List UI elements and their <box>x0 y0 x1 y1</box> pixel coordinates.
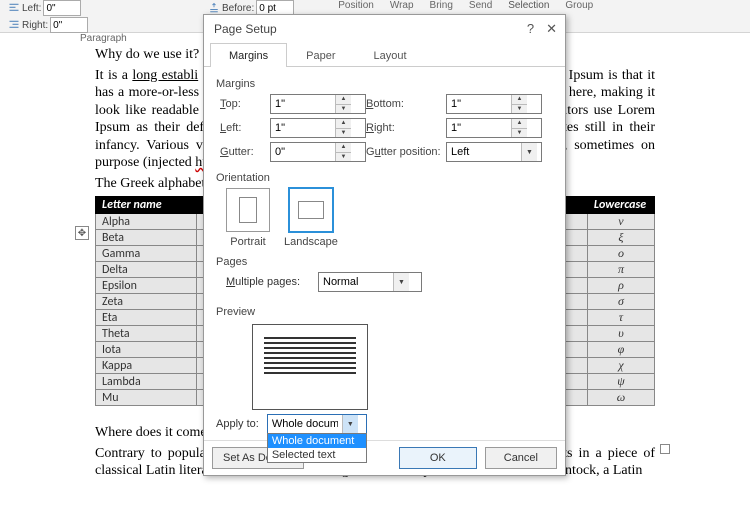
cell-name: Eta <box>96 310 197 326</box>
cell-symbol: τ <box>587 310 654 326</box>
cell-symbol: ξ <box>587 230 654 246</box>
gutter-input[interactable]: ▲▼ <box>270 142 366 162</box>
orientation-portrait[interactable]: Portrait <box>226 188 270 248</box>
apply-to-option-selected[interactable]: Selected text <box>268 448 366 462</box>
margin-top-input[interactable]: ▲▼ <box>270 94 366 114</box>
help-icon[interactable]: ? <box>527 21 534 37</box>
spin-up-icon[interactable]: ▲ <box>336 95 351 104</box>
close-icon[interactable]: ✕ <box>546 21 557 37</box>
apply-to-label: Apply to: <box>216 418 259 430</box>
cell-name: Iota <box>96 342 197 358</box>
gutter-position-select[interactable]: ▼ <box>446 142 542 162</box>
tab-paper[interactable]: Paper <box>287 43 354 67</box>
margin-right-label: Right: <box>366 122 446 134</box>
dialog-tabs: Margins Paper Layout <box>204 43 565 67</box>
indent-left-label: Left: <box>8 2 41 14</box>
indent-left-input[interactable] <box>43 0 81 16</box>
spin-down-icon[interactable]: ▼ <box>336 152 351 162</box>
chevron-down-icon[interactable]: ▼ <box>393 273 409 291</box>
dialog-titlebar: Page Setup ? ✕ <box>204 15 565 43</box>
cell-name: Lambda <box>96 374 197 390</box>
spin-down-icon[interactable]: ▼ <box>512 104 527 114</box>
chevron-down-icon[interactable]: ▼ <box>521 143 537 161</box>
th-letter-name: Letter name <box>96 197 197 214</box>
gutter-label: Gutter: <box>220 146 270 158</box>
cell-symbol: π <box>587 262 654 278</box>
ribbon-group[interactable]: Group <box>565 0 593 11</box>
tab-layout[interactable]: Layout <box>354 43 425 67</box>
preview-thumbnail <box>252 324 368 410</box>
cell-name: Gamma <box>96 246 197 262</box>
margin-bottom-label: Bottom: <box>366 98 446 110</box>
margin-left-label: Left: <box>220 122 270 134</box>
indent-right-input[interactable] <box>50 17 88 33</box>
ribbon-wrap[interactable]: Wrap <box>390 0 414 11</box>
cell-symbol: ν <box>587 214 654 230</box>
cell-symbol: ψ <box>587 374 654 390</box>
section-pages-label: Pages <box>216 256 553 268</box>
cell-symbol: ρ <box>587 278 654 294</box>
ok-button[interactable]: OK <box>399 447 477 469</box>
cell-name: Epsilon <box>96 278 197 294</box>
portrait-icon <box>239 197 257 223</box>
ribbon-selection[interactable]: Selection <box>508 0 549 11</box>
spin-down-icon[interactable]: ▼ <box>336 104 351 114</box>
apply-to-dropdown[interactable]: Whole document Selected text <box>267 433 367 463</box>
portrait-label: Portrait <box>230 236 265 248</box>
spin-up-icon[interactable]: ▲ <box>512 95 527 104</box>
cancel-button[interactable]: Cancel <box>485 447 557 469</box>
cell-name: Kappa <box>96 358 197 374</box>
cell-symbol: ο <box>587 246 654 262</box>
apply-to-option-whole[interactable]: Whole document <box>268 434 366 448</box>
th-lowercase: Lowercase <box>587 197 654 214</box>
ribbon-send[interactable]: Send <box>469 0 492 11</box>
section-margins-label: Margins <box>216 78 553 90</box>
section-orientation-label: Orientation <box>216 172 553 184</box>
margin-left-input[interactable]: ▲▼ <box>270 118 366 138</box>
gutter-position-label: Gutter position: <box>366 146 446 158</box>
spacing-before-label: Before: <box>208 2 254 14</box>
landscape-label: Landscape <box>284 236 338 248</box>
ribbon-bring[interactable]: Bring <box>430 0 453 11</box>
cell-symbol: υ <box>587 326 654 342</box>
margin-right-input[interactable]: ▲▼ <box>446 118 542 138</box>
cell-symbol: ω <box>587 390 654 406</box>
indent-right-label: Right: <box>8 19 48 31</box>
margin-top-label: Top: <box>220 98 270 110</box>
landscape-icon <box>298 201 324 219</box>
cell-name: Theta <box>96 326 197 342</box>
apply-to-select[interactable]: ▼ <box>267 414 367 434</box>
spin-up-icon[interactable]: ▲ <box>336 143 351 152</box>
ribbon-position[interactable]: Position <box>338 0 374 11</box>
cell-name: Zeta <box>96 294 197 310</box>
multiple-pages-label: Multiple pages: <box>226 276 300 288</box>
cell-name: Delta <box>96 262 197 278</box>
cell-symbol: σ <box>587 294 654 310</box>
spin-down-icon[interactable]: ▼ <box>336 128 351 138</box>
section-preview-label: Preview <box>216 306 553 318</box>
dialog-title: Page Setup <box>214 22 277 36</box>
tab-margins[interactable]: Margins <box>210 43 287 67</box>
cell-name: Alpha <box>96 214 197 230</box>
orientation-landscape[interactable]: Landscape <box>284 188 338 248</box>
cell-symbol: χ <box>587 358 654 374</box>
table-resize-handle-icon[interactable] <box>660 444 670 454</box>
spin-down-icon[interactable]: ▼ <box>512 128 527 138</box>
margin-bottom-input[interactable]: ▲▼ <box>446 94 542 114</box>
table-move-handle-icon[interactable]: ✥ <box>75 226 89 240</box>
page-setup-dialog: Page Setup ? ✕ Margins Paper Layout Marg… <box>203 14 566 476</box>
paragraph-group-label: Paragraph <box>80 33 127 44</box>
cell-name: Mu <box>96 390 197 406</box>
spin-up-icon[interactable]: ▲ <box>336 119 351 128</box>
cell-symbol: φ <box>587 342 654 358</box>
spin-up-icon[interactable]: ▲ <box>512 119 527 128</box>
multiple-pages-select[interactable]: ▼ <box>318 272 422 292</box>
cell-name: Beta <box>96 230 197 246</box>
chevron-down-icon[interactable]: ▼ <box>342 415 358 433</box>
